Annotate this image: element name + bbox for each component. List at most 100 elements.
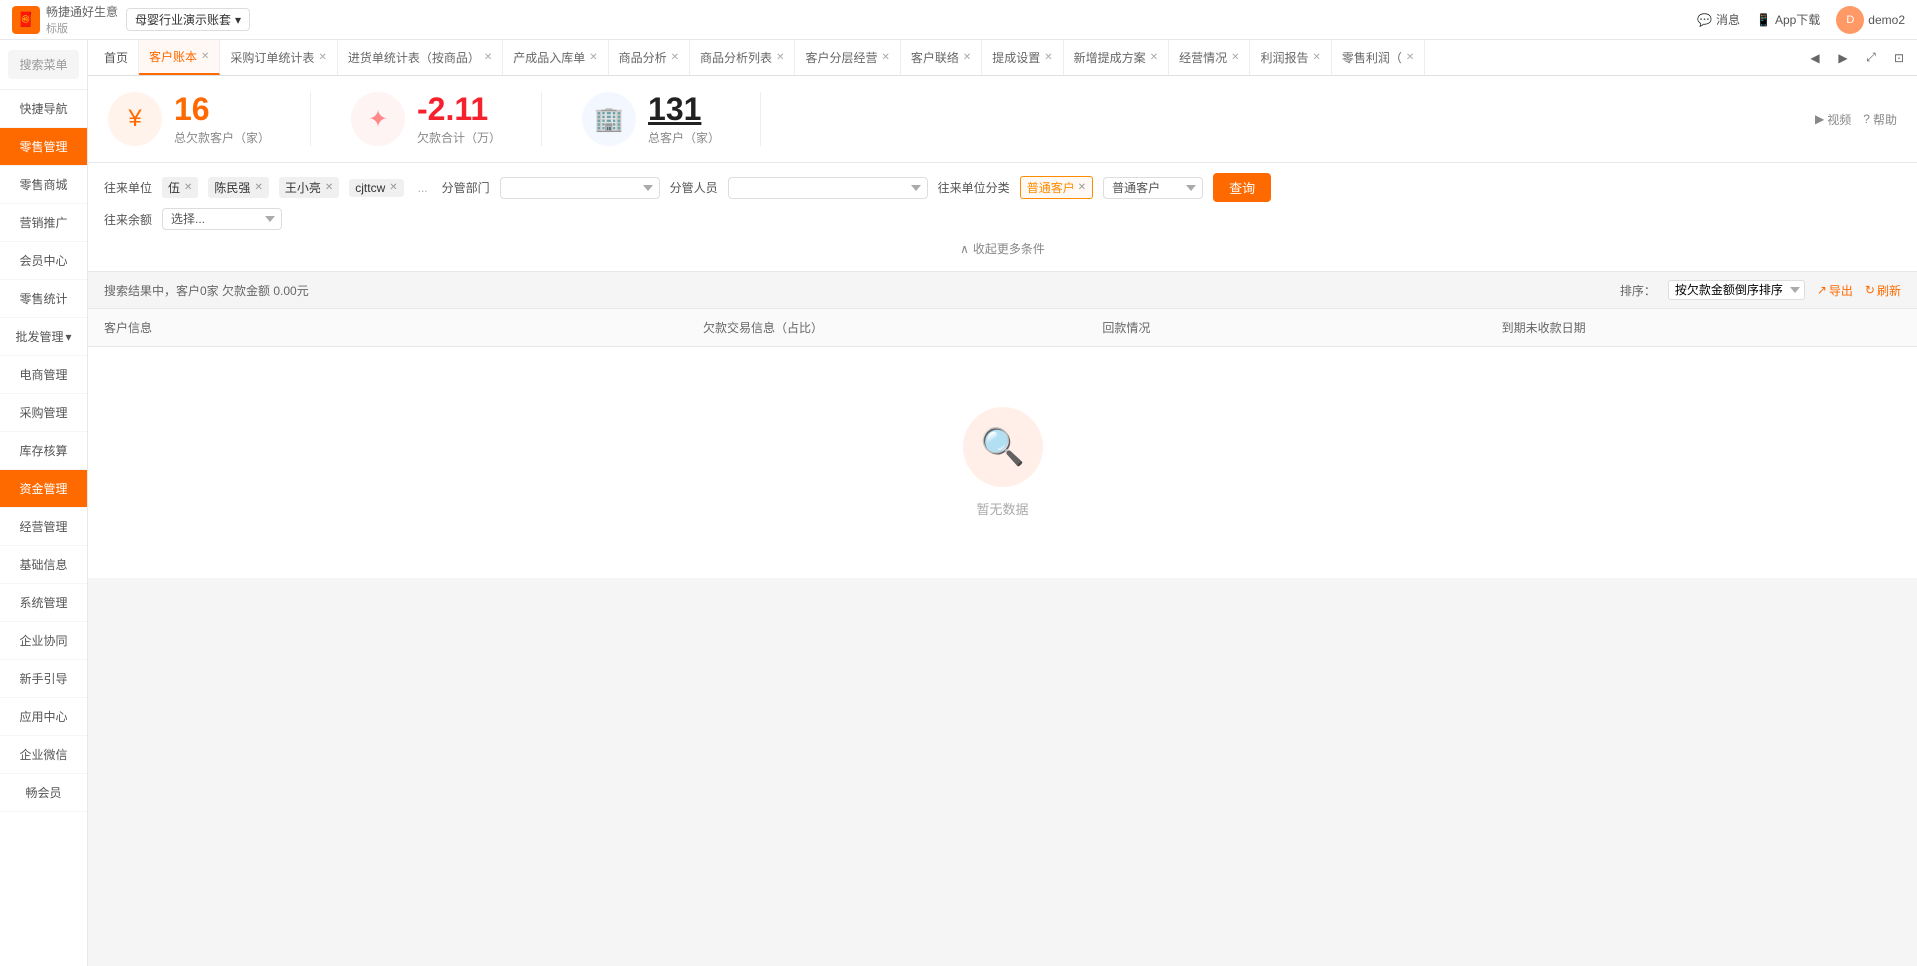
person-filter-label: 分管人员: [670, 179, 718, 196]
export-button[interactable]: ↗ 导出: [1817, 282, 1853, 299]
filter-tag-2-close[interactable]: ✕: [325, 182, 333, 193]
tab-product-inbound[interactable]: 产成品入库单 ✕: [503, 40, 608, 75]
unit-type-select[interactable]: 普通客户: [1103, 177, 1203, 199]
tab-retail-profit-close[interactable]: ✕: [1406, 52, 1414, 63]
sidebar-item-retail-mgmt[interactable]: 零售管理: [0, 128, 87, 166]
sidebar-item-finance-mgmt[interactable]: 资金管理: [0, 470, 87, 508]
tab-purchase-inbound-label: 进货单统计表（按商品）: [348, 49, 480, 66]
top-bar-left: 🧧 畅捷通好生意 标版 母婴行业演示账套 ▾: [12, 3, 250, 36]
sort-select[interactable]: 按欠款金额倒序排序: [1668, 280, 1805, 300]
dropdown-arrow-icon: ▾: [235, 13, 241, 27]
account-selector[interactable]: 母婴行业演示账套 ▾: [126, 8, 250, 31]
wholesale-mgmt-label: 批发管理: [15, 328, 63, 345]
tab-prev-button[interactable]: ◀: [1803, 46, 1827, 70]
sidebar-item-quick-nav[interactable]: 快捷导航: [0, 90, 87, 128]
sidebar-item-member[interactable]: 畅会员: [0, 774, 87, 812]
tab-customer-contact[interactable]: 客户联络 ✕: [901, 40, 982, 75]
remainder-filter-select[interactable]: 选择...: [162, 208, 282, 230]
tab-purchase-inbound-close[interactable]: ✕: [484, 52, 492, 63]
filter-tag-3: cjttcw ✕: [349, 179, 403, 197]
tab-home[interactable]: 首页: [94, 40, 139, 75]
sidebar-item-enterprise-wechat[interactable]: 企业微信: [0, 736, 87, 774]
sidebar-item-new-guide[interactable]: 新手引导: [0, 660, 87, 698]
sidebar-search-button[interactable]: 搜索菜单: [8, 50, 79, 79]
tab-customer-contact-close[interactable]: ✕: [963, 52, 971, 63]
tab-customer-account-close[interactable]: ✕: [201, 51, 209, 62]
tab-product-inbound-close[interactable]: ✕: [589, 52, 597, 63]
tab-business-status[interactable]: 经营情况 ✕: [1169, 40, 1250, 75]
tab-product-analysis-list[interactable]: 商品分析列表 ✕: [690, 40, 795, 75]
tab-business-status-close[interactable]: ✕: [1231, 52, 1239, 63]
message-action[interactable]: 💬 消息: [1697, 11, 1740, 28]
help-icon: ?: [1863, 112, 1870, 126]
sidebar-item-wholesale-mgmt[interactable]: 批发管理 ▾: [0, 318, 87, 356]
retail-mgmt-label: 零售管理: [19, 140, 67, 154]
app-label: App下载: [1775, 11, 1820, 28]
sidebar-item-marketing[interactable]: 营销推广: [0, 204, 87, 242]
tab-business-status-label: 经营情况: [1179, 49, 1227, 66]
logo-icon: 🧧: [12, 6, 40, 34]
tab-customer-tier-close[interactable]: ✕: [881, 52, 889, 63]
operation-mgmt-label: 经营管理: [19, 520, 67, 534]
message-label: 消息: [1716, 11, 1740, 28]
tab-profit-report-close[interactable]: ✕: [1313, 52, 1321, 63]
tab-retail-profit-label: 零售利润（: [1342, 49, 1402, 66]
filter-tag-0: 伍 ✕: [162, 177, 198, 198]
top-bar: 🧧 畅捷通好生意 标版 母婴行业演示账套 ▾ 💬 消息 📱 App下载 D de…: [0, 0, 1917, 40]
tab-next-button[interactable]: ▶: [1831, 46, 1855, 70]
tab-new-promotion-close[interactable]: ✕: [1150, 52, 1158, 63]
filter-tag-3-close[interactable]: ✕: [389, 182, 397, 193]
filter-tag-0-close[interactable]: ✕: [184, 182, 192, 193]
sidebar-item-retail-mall[interactable]: 零售商城: [0, 166, 87, 204]
filter-tag-2: 王小亮 ✕: [279, 177, 339, 198]
dept-filter-select[interactable]: [500, 177, 660, 199]
collapse-button[interactable]: ∧ 收起更多条件: [104, 236, 1901, 261]
app-subtitle: 标版: [46, 20, 118, 36]
tab-purchase-order-close[interactable]: ✕: [318, 52, 326, 63]
collapse-up-icon: ∧: [960, 242, 969, 256]
tab-new-promotion[interactable]: 新增提成方案 ✕: [1064, 40, 1169, 75]
sidebar-item-purchase-mgmt[interactable]: 采购管理: [0, 394, 87, 432]
stat-block-customers: ¥ 16 总欠款客户（家）: [108, 92, 311, 146]
app-download-action[interactable]: 📱 App下载: [1756, 11, 1820, 28]
filter-tag-1-close[interactable]: ✕: [254, 182, 262, 193]
sidebar-item-enterprise-coop[interactable]: 企业协同: [0, 622, 87, 660]
sidebar-item-ecommerce-mgmt[interactable]: 电商管理: [0, 356, 87, 394]
filter-tag-0-text: 伍: [168, 179, 180, 196]
tab-expand-button[interactable]: ⤢: [1859, 46, 1883, 70]
tab-promotion-settings-close[interactable]: ✕: [1044, 52, 1052, 63]
tab-product-analysis-close[interactable]: ✕: [671, 52, 679, 63]
sidebar-item-system-mgmt[interactable]: 系统管理: [0, 584, 87, 622]
user-action[interactable]: D demo2: [1836, 6, 1905, 34]
person-filter-select[interactable]: [728, 177, 928, 199]
tab-customer-account[interactable]: 客户账本 ✕: [139, 40, 220, 75]
new-guide-label: 新手引导: [19, 672, 67, 686]
tab-profit-report[interactable]: 利润报告 ✕: [1250, 40, 1331, 75]
sidebar-item-app-center[interactable]: 应用中心: [0, 698, 87, 736]
sidebar-item-retail-stats[interactable]: 零售统计: [0, 280, 87, 318]
refresh-button[interactable]: ↻ 刷新: [1865, 282, 1901, 299]
sidebar-item-operation-mgmt[interactable]: 经营管理: [0, 508, 87, 546]
tab-customer-tier[interactable]: 客户分层经营 ✕: [795, 40, 900, 75]
video-link[interactable]: ▶ 视频: [1815, 111, 1851, 128]
sidebar-item-member-center[interactable]: 会员中心: [0, 242, 87, 280]
tab-retail-profit[interactable]: 零售利润（ ✕: [1332, 40, 1425, 75]
empty-icon: 🔍: [963, 407, 1043, 487]
sidebar-item-inventory-check[interactable]: 库存核算: [0, 432, 87, 470]
tab-product-analysis-label: 商品分析: [619, 49, 667, 66]
query-button[interactable]: 查询: [1213, 173, 1271, 202]
tab-product-analysis-list-close[interactable]: ✕: [776, 52, 784, 63]
tab-product-analysis-list-label: 商品分析列表: [700, 49, 772, 66]
tab-promotion-settings[interactable]: 提成设置 ✕: [982, 40, 1063, 75]
sidebar-item-basic-info[interactable]: 基础信息: [0, 546, 87, 584]
unit-type-tag-close[interactable]: ✕: [1078, 182, 1086, 193]
col-payment-status: 回款情况: [1102, 319, 1501, 336]
tab-purchase-inbound-stats[interactable]: 进货单统计表（按商品） ✕: [338, 40, 503, 75]
system-mgmt-label: 系统管理: [19, 596, 67, 610]
stat-block-total: 🏢 131 总客户（家）: [582, 92, 761, 146]
tab-fullscreen-button[interactable]: ⊡: [1887, 46, 1911, 70]
help-link[interactable]: ? 帮助: [1863, 111, 1897, 128]
tab-product-analysis[interactable]: 商品分析 ✕: [609, 40, 690, 75]
tab-purchase-order-stats[interactable]: 采购订单统计表 ✕: [220, 40, 337, 75]
filter-more-button[interactable]: ...: [414, 179, 432, 197]
